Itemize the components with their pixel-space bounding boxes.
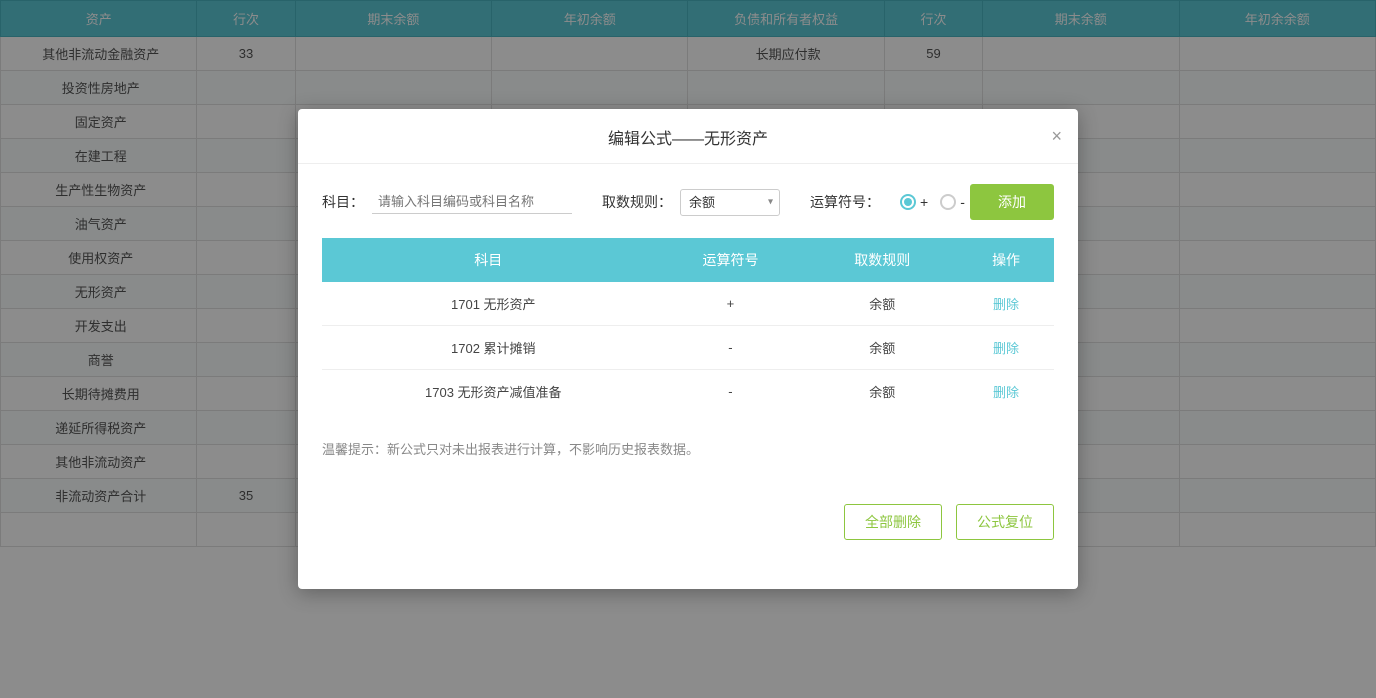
modal-title: 编辑公式——无形资产 [608,131,768,148]
operator-plus-radio[interactable] [900,194,916,210]
modal-header: 编辑公式——无形资产 × [298,109,1078,164]
cell-formula-subject: 1701 无形资产 [322,282,655,326]
cell-formula-rule: 余额 [806,326,958,370]
rule-label: 取数规则： [602,192,672,212]
rule-section: 取数规则： 余额 借方发生额 贷方发生额 ▾ [602,189,780,216]
formula-table-body: 1701 无形资产 + 余额 删除 1702 累计摊销 - 余额 删除 1703… [322,282,1054,413]
operator-plus-item[interactable]: + [900,194,928,210]
cell-formula-operator: - [655,326,807,370]
cell-formula-action: 删除 [958,370,1054,414]
operator-minus-label: - [960,194,965,210]
cell-formula-subject: 1702 累计摊销 [322,326,655,370]
reset-formula-button[interactable]: 公式复位 [956,504,1054,540]
formula-table: 科目 运算符号 取数规则 操作 1701 无形资产 + 余额 删除 1702 累… [322,238,1054,413]
th-action: 操作 [958,238,1054,282]
cell-formula-action: 删除 [958,282,1054,326]
operator-group: 运算符号： + - [810,192,965,212]
th-subject: 科目 [322,238,655,282]
subject-input[interactable] [372,190,572,214]
cell-formula-action: 删除 [958,326,1054,370]
th-operator: 运算符号 [655,238,807,282]
edit-formula-modal: 编辑公式——无形资产 × 科目： 取数规则： 余额 借方发生额 贷方发生额 [298,109,1078,589]
delete-all-button[interactable]: 全部删除 [844,504,942,540]
delete-row-link[interactable]: 删除 [993,297,1019,312]
rule-select[interactable]: 余额 借方发生额 贷方发生额 [680,189,780,216]
cell-formula-operator: - [655,370,807,414]
warning-text: 温馨提示：新公式只对未出报表进行计算，不影响历史报表数据。 [322,433,1054,474]
cell-formula-operator: + [655,282,807,326]
modal-body: 科目： 取数规则： 余额 借方发生额 贷方发生额 ▾ [298,164,1078,494]
operator-minus-item[interactable]: - [940,194,965,210]
modal-overlay: 编辑公式——无形资产 × 科目： 取数规则： 余额 借方发生额 贷方发生额 [0,0,1376,698]
cell-formula-subject: 1703 无形资产减值准备 [322,370,655,414]
rule-select-wrap: 余额 借方发生额 贷方发生额 ▾ [680,189,780,216]
form-row: 科目： 取数规则： 余额 借方发生额 贷方发生额 ▾ [322,184,1054,220]
delete-row-link[interactable]: 删除 [993,385,1019,400]
modal-footer: 全部删除 公式复位 [298,494,1078,560]
cell-formula-rule: 余额 [806,370,958,414]
operator-plus-label: + [920,194,928,210]
operator-minus-radio[interactable] [940,194,956,210]
modal-close-button[interactable]: × [1051,127,1062,145]
formula-table-row: 1701 无形资产 + 余额 删除 [322,282,1054,326]
add-button[interactable]: 添加 [970,184,1054,220]
table-header-row: 科目 运算符号 取数规则 操作 [322,238,1054,282]
formula-table-row: 1703 无形资产减值准备 - 余额 删除 [322,370,1054,414]
th-rule: 取数规则 [806,238,958,282]
operator-label: 运算符号： [810,192,880,212]
formula-table-row: 1702 累计摊销 - 余额 删除 [322,326,1054,370]
subject-label: 科目： [322,192,364,212]
cell-formula-rule: 余额 [806,282,958,326]
delete-row-link[interactable]: 删除 [993,341,1019,356]
